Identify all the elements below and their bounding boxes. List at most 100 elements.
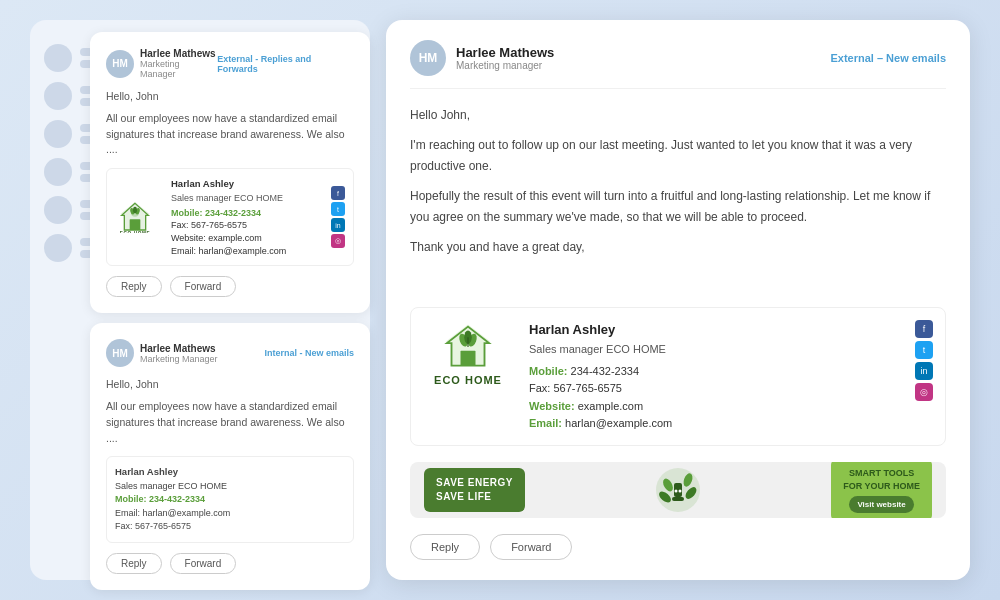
- forward-button[interactable]: Forward: [170, 553, 237, 574]
- sig-website: Website: example.com: [171, 232, 323, 245]
- card-actions: Reply Forward: [106, 276, 354, 297]
- facebook-icon[interactable]: f: [915, 320, 933, 338]
- main-container: HM Harlee Mathews Marketing Manager Exte…: [30, 20, 970, 580]
- sig-mobile: Mobile: 234-432-2334: [529, 363, 899, 381]
- right-sender: HM Harlee Mathews Marketing manager: [410, 40, 554, 76]
- sig-role: Sales manager ECO HOME: [115, 480, 345, 494]
- sig-email: Email: harlan@example.com: [529, 415, 899, 433]
- email-tag: Internal - New emails: [264, 348, 354, 358]
- right-actions: Reply Forward: [410, 534, 946, 560]
- reply-button[interactable]: Reply: [106, 276, 162, 297]
- sender-details: Harlee Mathews Marketing manager: [456, 45, 554, 71]
- eco-home-logo-large: ECO HOME: [423, 320, 513, 386]
- email-value: harlan@example.com: [565, 417, 672, 429]
- body-paragraph-2: Hopefully the result of this event will …: [410, 186, 946, 227]
- banner-right-text-2: FOR YOUR HOME: [843, 480, 920, 493]
- card-actions: Reply Forward: [106, 553, 354, 574]
- fax-value: 567-765-6575: [553, 382, 622, 394]
- sender-role: Marketing manager: [456, 60, 554, 71]
- svg-point-22: [675, 490, 678, 493]
- reply-button[interactable]: Reply: [410, 534, 480, 560]
- sender-title: Marketing Manager: [140, 354, 218, 364]
- email-label: Email:: [529, 417, 562, 429]
- reply-button[interactable]: Reply: [106, 553, 162, 574]
- banner-text-1: SAVE ENERGY: [436, 476, 513, 490]
- sig-name: Harlan Ashley: [115, 465, 345, 479]
- body-paragraph-3: Thank you and have a great day,: [410, 237, 946, 257]
- linkedin-icon[interactable]: in: [915, 362, 933, 380]
- sig-mobile: Mobile: 234-432-2334: [171, 207, 323, 220]
- eco-home-text: ECO HOME: [434, 374, 502, 386]
- left-panel: HM Harlee Mathews Marketing Manager Exte…: [30, 20, 370, 580]
- sig-email: Email: harlan@example.com: [115, 507, 345, 521]
- signature-info: Harlan Ashley Sales manager ECO HOME Mob…: [171, 177, 323, 257]
- svg-rect-2: [130, 219, 141, 230]
- sig-fax: Fax: 567-765-6575: [115, 520, 345, 534]
- social-icons: f t in ◎: [331, 186, 345, 248]
- facebook-icon[interactable]: f: [331, 186, 345, 200]
- skeleton-avatar: [44, 120, 72, 148]
- email-body: Hello, John All our employees now have a…: [106, 89, 354, 158]
- email-card-1: HM Harlee Mathews Marketing Manager Exte…: [90, 32, 370, 313]
- sender-name: Harlee Mathews: [140, 48, 217, 59]
- email-card-header: HM Harlee Mathews Marketing Manager Inte…: [106, 339, 354, 367]
- sig-role: Sales manager ECO HOME: [171, 192, 323, 205]
- email-content: Hello John, I'm reaching out to follow u…: [410, 105, 946, 291]
- forward-button[interactable]: Forward: [170, 276, 237, 297]
- skeleton-avatar: [44, 158, 72, 186]
- avatar: HM: [410, 40, 446, 76]
- body-paragraph-1: I'm reaching out to follow up on our las…: [410, 135, 946, 176]
- body-text: All our employees now have a standardize…: [106, 112, 345, 156]
- instagram-icon[interactable]: ◎: [331, 234, 345, 248]
- linkedin-icon[interactable]: in: [331, 218, 345, 232]
- twitter-icon[interactable]: t: [915, 341, 933, 359]
- sig-website: Website: example.com: [529, 398, 899, 416]
- email-card-sender: HM Harlee Mathews Marketing Manager: [106, 48, 217, 79]
- sig-role: Sales manager ECO HOME: [529, 341, 899, 359]
- svg-rect-10: [461, 351, 476, 366]
- email-card-header: HM Harlee Mathews Marketing Manager Exte…: [106, 48, 354, 79]
- forward-button[interactable]: Forward: [490, 534, 572, 560]
- right-panel-header: HM Harlee Mathews Marketing manager Exte…: [410, 40, 946, 89]
- sig-name: Harlan Ashley: [171, 177, 323, 190]
- email-card-2: HM Harlee Mathews Marketing Manager Inte…: [90, 323, 370, 589]
- instagram-icon[interactable]: ◎: [915, 383, 933, 401]
- banner-right-text-1: SMART TOOLS: [843, 467, 920, 480]
- banner-right: SMART TOOLS FOR YOUR HOME Visit website: [831, 462, 932, 518]
- svg-point-6: [133, 207, 137, 214]
- avatar: HM: [106, 339, 134, 367]
- email-body: Hello, John All our employees now have a…: [106, 377, 354, 446]
- skeleton-avatar: [44, 44, 72, 72]
- skeleton-avatar: [44, 234, 72, 262]
- avatar: HM: [106, 50, 134, 78]
- social-icons-large: f t in ◎: [915, 320, 933, 401]
- signature-block: ECO HOME Harlan Ashley Sales manager ECO…: [106, 168, 354, 266]
- sig-email: Email: harlan@example.com: [171, 245, 323, 258]
- signature-info-large: Harlan Ashley Sales manager ECO HOME Mob…: [529, 320, 899, 433]
- sig-name: Harlan Ashley: [529, 320, 899, 341]
- svg-point-23: [679, 490, 682, 493]
- eco-home-logo: ECO HOME: [115, 199, 163, 235]
- eco-banner: SAVE ENERGY SAVE LIFE: [410, 462, 946, 518]
- right-panel: HM Harlee Mathews Marketing manager Exte…: [386, 20, 970, 580]
- email-tag: External – New emails: [830, 52, 946, 64]
- signature-block-large: ECO HOME Harlan Ashley Sales manager ECO…: [410, 307, 946, 446]
- mobile-value: 234-432-2334: [571, 365, 640, 377]
- svg-rect-21: [672, 497, 684, 501]
- fax-label: Fax:: [529, 382, 550, 394]
- twitter-icon[interactable]: t: [331, 202, 345, 216]
- skeleton-avatar: [44, 82, 72, 110]
- email-tag: External - Replies and Forwards: [217, 54, 354, 74]
- sender-info: Harlee Mathews Marketing Manager: [140, 343, 218, 364]
- email-card-sender: HM Harlee Mathews Marketing Manager: [106, 339, 218, 367]
- sender-name: Harlee Mathews: [140, 343, 218, 354]
- banner-decoration: [653, 465, 703, 515]
- banner-left: SAVE ENERGY SAVE LIFE: [424, 468, 525, 512]
- greeting: Hello John,: [410, 105, 946, 125]
- visit-website-button[interactable]: Visit website: [849, 496, 913, 513]
- sender-name: Harlee Mathews: [456, 45, 554, 60]
- svg-text:ECO HOME: ECO HOME: [120, 231, 151, 233]
- sender-info: Harlee Mathews Marketing Manager: [140, 48, 217, 79]
- website-value: example.com: [578, 400, 643, 412]
- banner-text-2: SAVE LIFE: [436, 490, 513, 504]
